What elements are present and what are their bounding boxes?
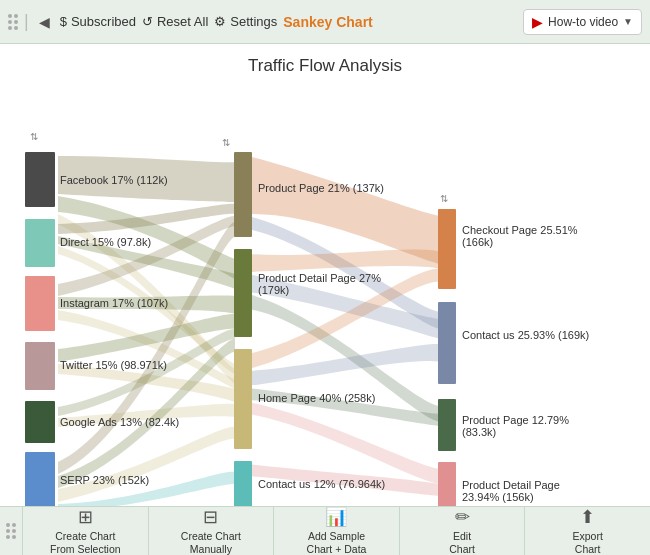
- node-home-page-mid: [234, 349, 252, 449]
- export-chart-label: ExportChart: [572, 530, 602, 555]
- left-indicator: [0, 507, 23, 555]
- howto-button[interactable]: ▶ How-to video ▼: [523, 9, 642, 35]
- node-product-page-right: [438, 399, 456, 451]
- grid-icon: [6, 523, 16, 539]
- svg-text:Google Ads 13% (82.4k): Google Ads 13% (82.4k): [60, 416, 179, 428]
- settings-button[interactable]: ⚙ Settings: [214, 14, 277, 29]
- svg-text:Product Page 12.79%: Product Page 12.79%: [462, 414, 569, 426]
- export-chart-button[interactable]: ⬆ ExportChart: [525, 507, 650, 555]
- create-chart-from-selection-label: Create ChartFrom Selection: [50, 530, 121, 555]
- node-googleads: [25, 401, 55, 443]
- toolbar: | ◀ $ Subscribed ↺ Reset All ⚙ Settings …: [0, 0, 650, 44]
- svg-text:(179k): (179k): [258, 284, 289, 296]
- node-direct: [25, 219, 55, 267]
- svg-text:Direct 15% (97.8k): Direct 15% (97.8k): [60, 236, 151, 248]
- chevron-down-icon: ▼: [623, 16, 633, 27]
- subscribed-label: Subscribed: [71, 14, 136, 29]
- svg-text:⇅: ⇅: [30, 131, 38, 142]
- chart-area: Traffic Flow Analysis ⇅ ⇅ ⇅: [0, 44, 650, 506]
- node-contact-mid: [234, 461, 252, 506]
- node-instagram: [25, 276, 55, 331]
- node-product-page-mid: [234, 152, 252, 237]
- svg-text:Instagram 17% (107k): Instagram 17% (107k): [60, 297, 168, 309]
- node-contact-right: [438, 302, 456, 384]
- svg-text:Product Detail Page: Product Detail Page: [462, 479, 560, 491]
- svg-text:SERP 23% (152k): SERP 23% (152k): [60, 474, 149, 486]
- reset-icon: ↺: [142, 14, 153, 29]
- node-checkout: [438, 209, 456, 289]
- subscribed-button[interactable]: $ Subscribed: [60, 14, 136, 29]
- svg-text:23.94% (156k): 23.94% (156k): [462, 491, 534, 503]
- svg-text:(83.3k): (83.3k): [462, 426, 496, 438]
- create-chart-manually-label: Create ChartManually: [181, 530, 241, 555]
- add-sample-chart-button[interactable]: 📊 Add SampleChart + Data: [274, 507, 400, 555]
- svg-text:Checkout Page 25.51%: Checkout Page 25.51%: [462, 224, 578, 236]
- svg-text:Facebook 17% (112k): Facebook 17% (112k): [60, 174, 168, 186]
- edit-chart-button[interactable]: ✏ EditChart: [400, 507, 526, 555]
- add-sample-label: Add SampleChart + Data: [307, 530, 367, 555]
- edit-chart-label: EditChart: [449, 530, 475, 555]
- toolbar-left: | ◀ $ Subscribed ↺ Reset All ⚙ Settings …: [8, 11, 515, 32]
- node-product-detail-right: [438, 462, 456, 506]
- back-button[interactable]: ◀: [35, 12, 54, 32]
- settings-label: Settings: [230, 14, 277, 29]
- svg-text:⇅: ⇅: [440, 193, 448, 204]
- howto-label: How-to video: [548, 15, 618, 29]
- subscribed-icon: $: [60, 14, 67, 29]
- create-chart-from-selection-button[interactable]: ⊞ Create ChartFrom Selection: [23, 507, 149, 555]
- edit-icon: ✏: [455, 507, 470, 529]
- svg-text:Home Page 40% (258k): Home Page 40% (258k): [258, 392, 375, 404]
- svg-text:⇅: ⇅: [222, 137, 230, 148]
- hamburger-icon[interactable]: [8, 14, 18, 30]
- node-twitter: [25, 342, 55, 390]
- sankey-chart: ⇅ ⇅ ⇅: [0, 44, 650, 506]
- youtube-icon: ▶: [532, 14, 543, 30]
- node-product-detail-mid: [234, 249, 252, 337]
- reset-label: Reset All: [157, 14, 208, 29]
- node-facebook: [25, 152, 55, 207]
- separator: |: [24, 11, 29, 32]
- export-icon: ⬆: [580, 507, 595, 529]
- create-chart-manually-button[interactable]: ⊟ Create ChartManually: [149, 507, 275, 555]
- toolbar-right: ▶ How-to video ▼: [523, 9, 642, 35]
- create-manually-icon: ⊟: [203, 507, 218, 529]
- add-sample-icon: 📊: [325, 507, 347, 529]
- svg-text:Contact us 25.93% (169k): Contact us 25.93% (169k): [462, 329, 589, 341]
- chart-type-title: Sankey Chart: [283, 14, 372, 30]
- node-serp: [25, 452, 55, 506]
- svg-text:Product Detail Page 27%: Product Detail Page 27%: [258, 272, 381, 284]
- settings-icon: ⚙: [214, 14, 226, 29]
- create-selection-icon: ⊞: [78, 507, 93, 529]
- svg-text:(166k): (166k): [462, 236, 493, 248]
- reset-button[interactable]: ↺ Reset All: [142, 14, 208, 29]
- svg-text:Product Page 21% (137k): Product Page 21% (137k): [258, 182, 384, 194]
- bottom-bar: ⊞ Create ChartFrom Selection ⊟ Create Ch…: [0, 506, 650, 555]
- svg-text:Contact us 12% (76.964k): Contact us 12% (76.964k): [258, 478, 385, 490]
- svg-text:Twitter 15% (98.971k): Twitter 15% (98.971k): [60, 359, 167, 371]
